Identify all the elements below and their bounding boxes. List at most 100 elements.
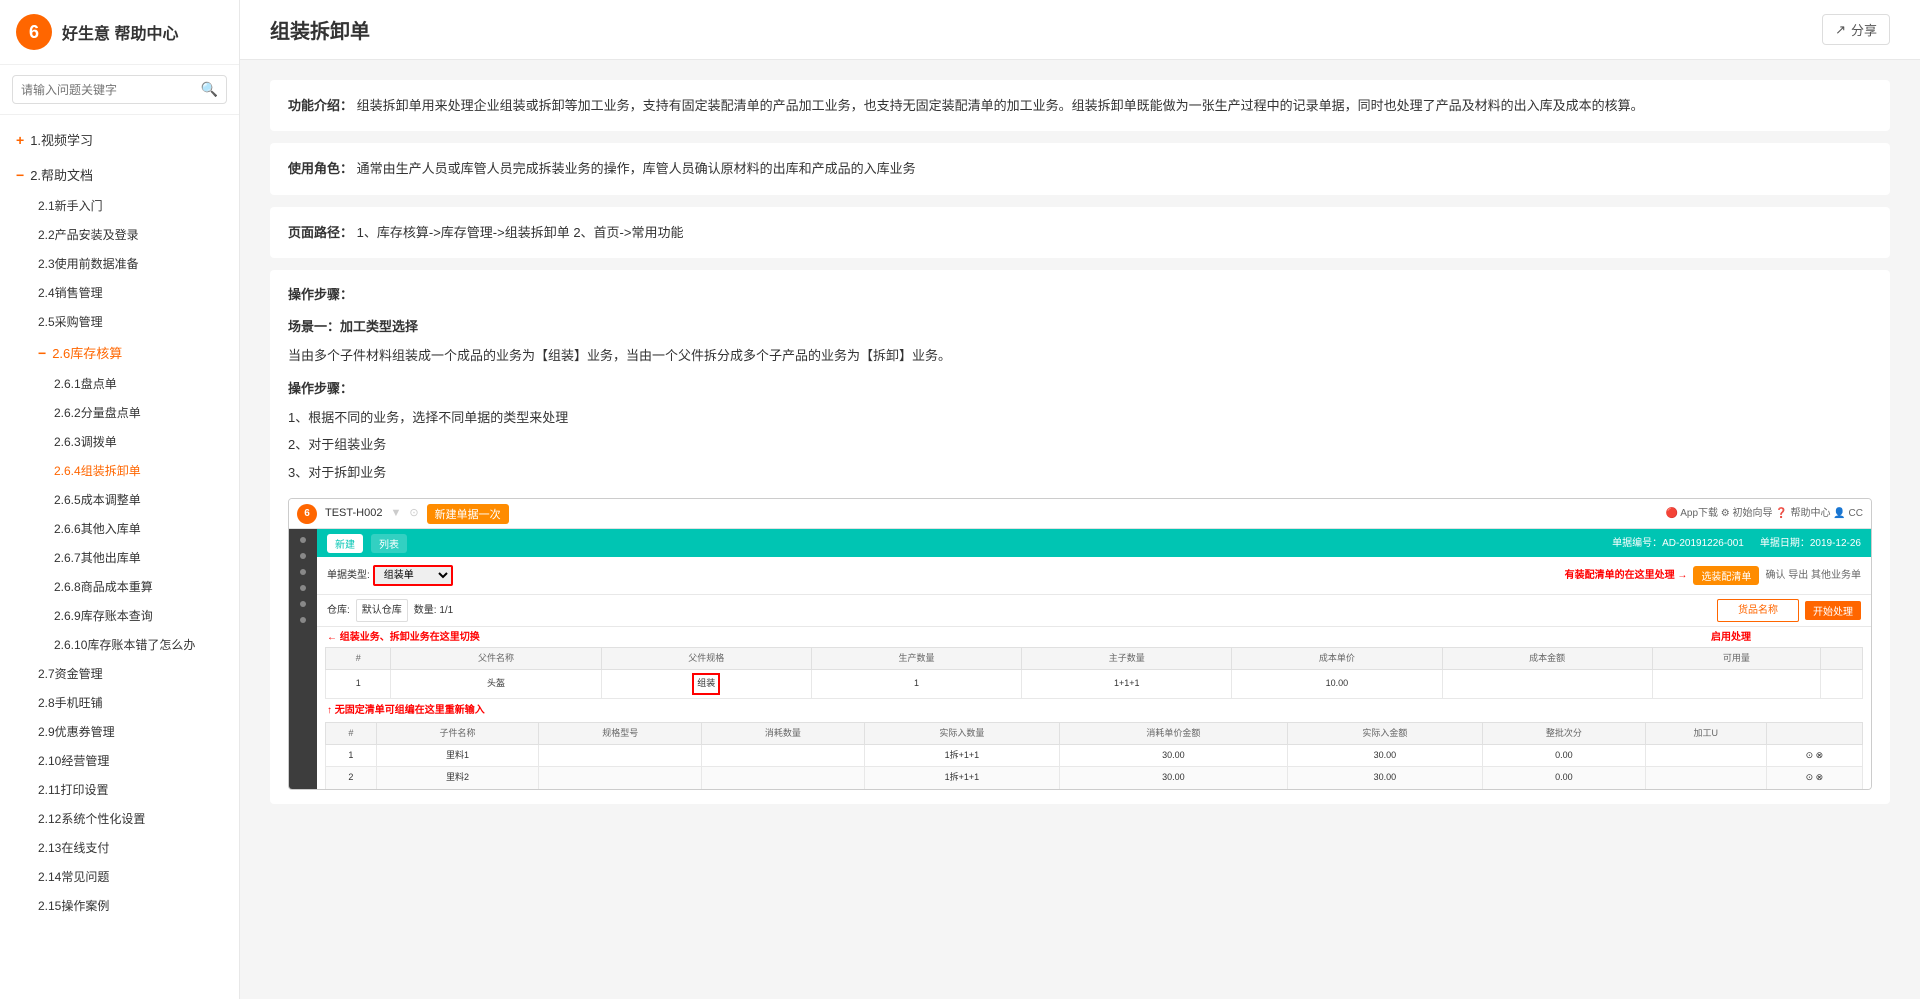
- path-card: 页面路径： 1、库存核算->库存管理->组装拆卸单 2、首页->常用功能: [270, 207, 1890, 258]
- minus-icon-inventory: −: [38, 345, 46, 361]
- app-start-btn[interactable]: 开始处理: [1805, 601, 1861, 620]
- search-box[interactable]: 🔍: [12, 75, 227, 104]
- app-sub-table-area: # 子件名称 规格型号 消耗数量 实际入数量 消耗单价金额 实际入金额 整批次分: [317, 720, 1871, 789]
- steps-card: 操作步骤： 场景一：加工类型选择 当由多个子件材料组装成一个成品的业务为【组装】…: [270, 270, 1890, 804]
- sidebar-item-cases[interactable]: 2.15操作案例: [0, 891, 239, 920]
- sidebar: 6 好生意 帮助中心 🔍 + 1.视频学习 − 2.帮助文档 2.1新手入门 2…: [0, 0, 240, 999]
- sidebar-dot-6: [300, 617, 306, 623]
- steps-title: 操作步骤：: [288, 284, 1872, 306]
- sidebar-dot-5: [300, 601, 306, 607]
- content-area: 功能介绍： 组装拆卸单用来处理企业组装或拆卸等加工业务，支持有固定装配清单的产品…: [240, 60, 1920, 999]
- sidebar-item-assembly[interactable]: 2.6.4组装拆卸单: [0, 456, 239, 485]
- logo-icon: 6: [16, 14, 52, 50]
- screenshot-inner: 6 TEST-H002 ▼ ⊙ 新建单据一次 🔴 App下载 ⚙ 初始向导 ❓ …: [289, 499, 1871, 789]
- sidebar-item-stockerror[interactable]: 2.6.10库存账本错了怎么办: [0, 630, 239, 659]
- sidebar-item-newbie[interactable]: 2.1新手入门: [0, 191, 239, 220]
- app-main-table: # 父件名称 父件规格 生产数量 主子数量 成本单价 成本金额 可用量: [325, 647, 1863, 699]
- annotation-enable: 启用处理: [1711, 629, 1751, 646]
- sidebar-dot-3: [300, 569, 306, 575]
- sidebar-item-otherinstock[interactable]: 2.6.6其他入库单: [0, 514, 239, 543]
- feature-intro-card: 功能介绍： 组装拆卸单用来处理企业组装或拆卸等加工业务，支持有固定装配清单的产品…: [270, 80, 1890, 131]
- sidebar-item-stocktake[interactable]: 2.6.1盘点单: [0, 369, 239, 398]
- form-select-type[interactable]: 组装单 拆卸单: [373, 565, 453, 586]
- app-logo: 6: [297, 504, 317, 524]
- annotation-nofixed: ↑ 无固定清单可组编在这里重新输入: [317, 701, 1871, 720]
- nav-area: + 1.视频学习 − 2.帮助文档 2.1新手入门 2.2产品安装及登录 2.3…: [0, 115, 239, 999]
- share-label: 分享: [1851, 20, 1877, 39]
- app-org-name: TEST-H002: [325, 504, 382, 523]
- main-content: 组装拆卸单 ↗ 分享 功能介绍： 组装拆卸单用来处理企业组装或拆卸等加工业务，支…: [240, 0, 1920, 999]
- app-ui: 6 TEST-H002 ▼ ⊙ 新建单据一次 🔴 App下载 ⚙ 初始向导 ❓ …: [289, 499, 1871, 789]
- sidebar-dot-4: [300, 585, 306, 591]
- app-sub-table: # 子件名称 规格型号 消耗数量 实际入数量 消耗单价金额 实际入金额 整批次分: [325, 722, 1863, 789]
- path-label: 页面路径：: [288, 225, 353, 240]
- page-title: 组装拆卸单: [270, 15, 370, 44]
- sidebar-item-install[interactable]: 2.2产品安装及登录: [0, 220, 239, 249]
- app-doc-id: 单据编号：AD-20191226-001: [1612, 535, 1744, 552]
- sidebar-dot-2: [300, 553, 306, 559]
- app-new-btn[interactable]: 新建单据一次: [427, 504, 509, 524]
- annotation-row: ← 组装业务、拆卸业务在这里切换 启用处理: [317, 627, 1871, 645]
- app-topbar: 6 TEST-H002 ▼ ⊙ 新建单据一次 🔴 App下载 ⚙ 初始向导 ❓ …: [289, 499, 1871, 529]
- sidebar-item-costadjust[interactable]: 2.6.5成本调整单: [0, 485, 239, 514]
- sidebar-item-partial[interactable]: 2.6.2分量盘点单: [0, 398, 239, 427]
- annotation-assembly: 有装配清单的在这里处理 →: [1565, 567, 1688, 584]
- app-assembly-list-btn[interactable]: 选装配清单: [1693, 566, 1759, 585]
- sidebar-item-inventory-label: 2.6库存核算: [52, 343, 122, 362]
- sidebar-item-pay[interactable]: 2.13在线支付: [0, 833, 239, 862]
- scene1-title: 场景一：加工类型选择: [288, 316, 1872, 338]
- app-tab-new[interactable]: 新建: [327, 534, 363, 553]
- sidebar-item-inventory[interactable]: − 2.6库存核算: [0, 336, 239, 369]
- sidebar-item-print[interactable]: 2.11打印设置: [0, 775, 239, 804]
- steps-sub-title: 操作步骤：: [288, 378, 1872, 400]
- sidebar-item-coupon[interactable]: 2.9优惠券管理: [0, 717, 239, 746]
- sidebar-item-mobile[interactable]: 2.8手机旺铺: [0, 688, 239, 717]
- sidebar-item-stockcheck[interactable]: 2.6.9库存账本查询: [0, 601, 239, 630]
- app-tab-list[interactable]: 列表: [371, 534, 407, 553]
- app-main-table-area: # 父件名称 父件规格 生产数量 主子数量 成本单价 成本金额 可用量: [317, 645, 1871, 701]
- sub-table-row: 1 里料1 1拆+1+1 30.00 30.00 0.00: [326, 744, 1863, 766]
- nav-section-videos: + 1.视频学习: [0, 123, 239, 156]
- step3: 3、对于拆卸业务: [288, 461, 1872, 484]
- sidebar-item-docs[interactable]: − 2.帮助文档: [0, 158, 239, 191]
- app-content: 新建 列表 单据编号：AD-20191226-001 单据日期：2019-12-…: [317, 529, 1871, 789]
- sidebar-item-system[interactable]: 2.12系统个性化设置: [0, 804, 239, 833]
- main-header: 组装拆卸单 ↗ 分享: [240, 0, 1920, 60]
- search-input[interactable]: [21, 83, 201, 97]
- search-button[interactable]: 🔍: [201, 81, 218, 98]
- search-area: 🔍: [0, 65, 239, 115]
- step1: 1、根据不同的业务，选择不同单据的类型来处理: [288, 406, 1872, 429]
- sidebar-item-costcalc[interactable]: 2.6.8商品成本重算: [0, 572, 239, 601]
- sidebar-item-videos[interactable]: + 1.视频学习: [0, 123, 239, 156]
- nav-section-docs: − 2.帮助文档 2.1新手入门 2.2产品安装及登录 2.3使用前数据准备 2…: [0, 158, 239, 920]
- sidebar-item-ops[interactable]: 2.10经营管理: [0, 746, 239, 775]
- app-doc-date: 单据日期：2019-12-26: [1760, 535, 1861, 552]
- form-field-type: 单据类型: 组装单 拆卸单: [327, 565, 453, 586]
- annotation-switch: ← 组装业务、拆卸业务在这里切换: [327, 632, 480, 643]
- feature-intro-label: 功能介绍：: [288, 98, 353, 113]
- sidebar-item-videos-label: 1.视频学习: [30, 130, 93, 149]
- logo-area: 6 好生意 帮助中心: [0, 0, 239, 65]
- app-left-sidebar: [289, 529, 317, 789]
- share-button[interactable]: ↗ 分享: [1822, 14, 1890, 45]
- role-label: 使用角色：: [288, 161, 353, 176]
- sidebar-item-faq[interactable]: 2.14常见问题: [0, 862, 239, 891]
- minus-icon-docs: −: [16, 167, 24, 183]
- scene1-desc: 当由多个子件材料组装成一个成品的业务为【组装】业务，当由一个父件拆分成多个子产品…: [288, 344, 1872, 367]
- sub-table-row: 2 里料2 1拆+1+1 30.00 30.00 0.00: [326, 767, 1863, 789]
- app-content-header: 新建 列表 单据编号：AD-20191226-001 单据日期：2019-12-…: [317, 529, 1871, 557]
- sidebar-item-transfer[interactable]: 2.6.3调拨单: [0, 427, 239, 456]
- feature-intro-text: 功能介绍： 组装拆卸单用来处理企业组装或拆卸等加工业务，支持有固定装配清单的产品…: [288, 98, 1644, 113]
- sidebar-item-otheroutstock[interactable]: 2.6.7其他出库单: [0, 543, 239, 572]
- sidebar-item-sales[interactable]: 2.4销售管理: [0, 278, 239, 307]
- steps-list: 1、根据不同的业务，选择不同单据的类型来处理 2、对于组装业务 3、对于拆卸业务: [288, 406, 1872, 484]
- sidebar-item-purchase[interactable]: 2.5采购管理: [0, 307, 239, 336]
- sidebar-item-capital[interactable]: 2.7资金管理: [0, 659, 239, 688]
- sidebar-item-prepare[interactable]: 2.3使用前数据准备: [0, 249, 239, 278]
- table-row: 1 头盔 组装 1 1+1+1 10.00: [326, 670, 1863, 698]
- sidebar-item-docs-label: 2.帮助文档: [30, 165, 93, 184]
- sidebar-dot-1: [300, 537, 306, 543]
- share-icon: ↗: [1835, 22, 1846, 38]
- logo-text: 好生意 帮助中心: [62, 20, 178, 44]
- screenshot-container: 6 TEST-H002 ▼ ⊙ 新建单据一次 🔴 App下载 ⚙ 初始向导 ❓ …: [288, 498, 1872, 790]
